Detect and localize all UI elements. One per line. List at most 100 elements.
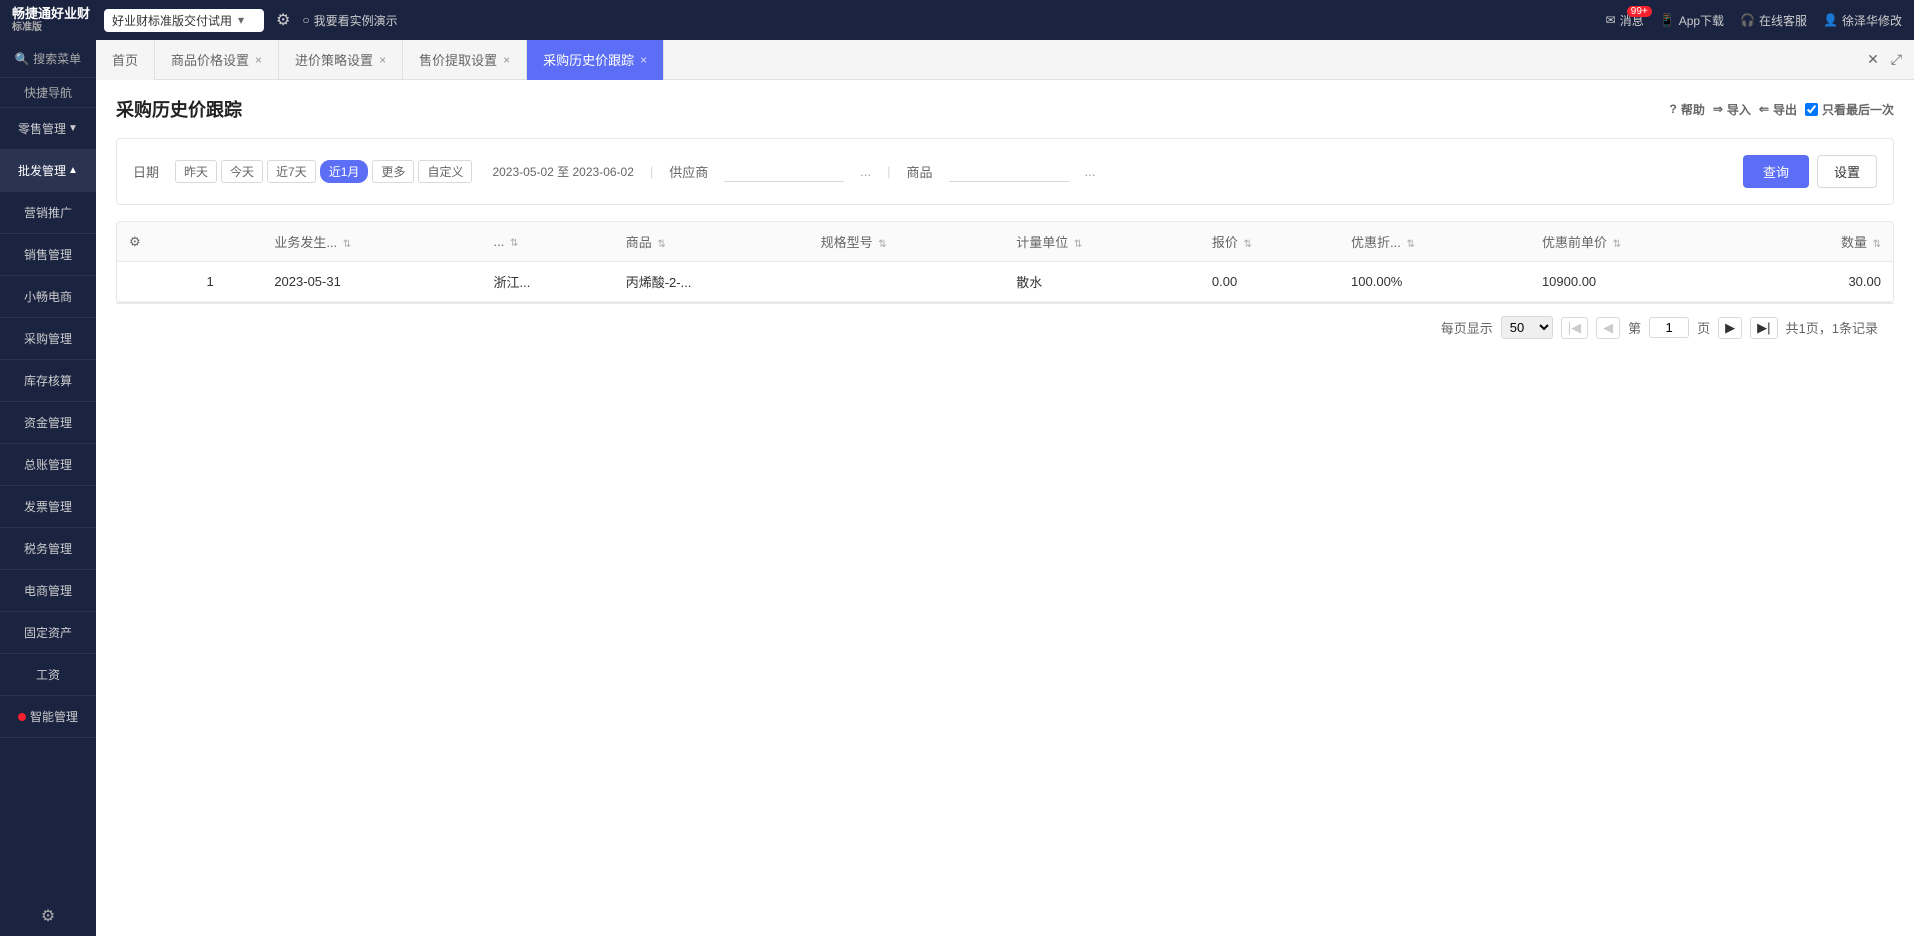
sort-icon-spec: ⇅ <box>878 239 886 250</box>
date-buttons: 昨天 今天 近7天 近1月 更多 自定义 <box>175 160 472 183</box>
sidebar-item-general-ledger[interactable]: 总账管理 <box>0 444 96 486</box>
tab-purchase-strategy[interactable]: 进价策略设置 × <box>279 40 403 80</box>
sidebar-item-ecommerce-small[interactable]: 小畅电商 <box>0 276 96 318</box>
sidebar: 🔍 搜索菜单 快捷导航 零售管理 ▼ 批发管理 ▲ 营销推广 销售管理 小畅电商… <box>0 40 96 936</box>
help-button[interactable]: ? 帮助 <box>1669 101 1704 118</box>
settings-icon[interactable]: ⚙ <box>276 10 290 30</box>
sort-icon-price-before-discount: ⇅ <box>1613 239 1621 250</box>
filter-area: 日期 昨天 今天 近7天 近1月 更多 自定义 2023-05-02 至 202… <box>116 138 1894 205</box>
sidebar-item-tax[interactable]: 税务管理 <box>0 528 96 570</box>
cell-price-before-discount: 10900.00 <box>1530 262 1754 302</box>
version-selector[interactable]: 好业财标准版交付试用 ▾ <box>104 9 264 32</box>
query-button[interactable]: 查询 <box>1743 155 1809 188</box>
column-header-seq <box>194 222 262 262</box>
date-btn-yesterday[interactable]: 昨天 <box>175 160 217 183</box>
sort-icon-biz-date: ⇅ <box>343 239 351 250</box>
column-header-gear[interactable]: ⚙ <box>117 222 194 262</box>
tab-maximize-icon[interactable]: ⤢ <box>1887 47 1906 72</box>
online-service-button[interactable]: 🎧 在线客服 <box>1740 12 1807 29</box>
supplier-input[interactable] <box>724 162 844 182</box>
table-header-row: ⚙ 业务发生... ⇅ ... ⇅ 商品 <box>117 222 1893 262</box>
date-btn-more[interactable]: 更多 <box>372 160 414 183</box>
tab-history-price[interactable]: 采购历史价跟踪 × <box>527 40 664 80</box>
column-header-spec[interactable]: 规格型号 ⇅ <box>809 222 1005 262</box>
sort-icon-quantity: ⇅ <box>1873 239 1881 250</box>
pagination-page-input[interactable] <box>1649 317 1689 338</box>
main-layout: 🔍 搜索菜单 快捷导航 零售管理 ▼ 批发管理 ▲ 营销推广 销售管理 小畅电商… <box>0 40 1914 936</box>
sidebar-item-invoice[interactable]: 发票管理 <box>0 486 96 528</box>
sidebar-item-purchase[interactable]: 采购管理 <box>0 318 96 360</box>
export-button[interactable]: ⇐ 导出 <box>1759 101 1797 118</box>
topbar-right: ✉ 消息 99+ 📱 App下载 🎧 在线客服 👤 徐泽华修改 <box>1606 12 1902 29</box>
column-header-more[interactable]: ... ⇅ <box>481 222 613 262</box>
user-button[interactable]: 👤 徐泽华修改 <box>1823 12 1902 29</box>
column-header-quantity[interactable]: 数量 ⇅ <box>1754 222 1893 262</box>
filter-separator-2: | <box>887 164 890 179</box>
sort-icon-discount: ⇅ <box>1407 239 1415 250</box>
cell-quote: 0.00 <box>1200 262 1339 302</box>
pagination-summary: 共1页，1条记录 <box>1786 318 1878 337</box>
filter-settings-button[interactable]: 设置 <box>1817 155 1877 188</box>
pagination-first-button[interactable]: |◀ <box>1561 317 1588 339</box>
cell-discount: 100.00% <box>1339 262 1530 302</box>
import-icon: ⇒ <box>1713 102 1723 116</box>
tab-end-actions: ✕ ⤢ <box>1855 47 1914 72</box>
filter-actions: 查询 设置 <box>1743 155 1877 188</box>
import-button[interactable]: ⇒ 导入 <box>1713 101 1751 118</box>
date-btn-last7[interactable]: 近7天 <box>267 160 316 183</box>
sidebar-item-capital[interactable]: 资金管理 <box>0 402 96 444</box>
messages-button[interactable]: ✉ 消息 99+ <box>1606 12 1644 29</box>
only-last-checkbox[interactable]: 只看最后一次 <box>1805 101 1894 118</box>
tab-sale-extract[interactable]: 售价提取设置 × <box>403 40 527 80</box>
page-content: 采购历史价跟踪 ? 帮助 ⇒ 导入 ⇐ 导出 <box>96 80 1914 936</box>
sidebar-search[interactable]: 🔍 搜索菜单 <box>0 40 96 78</box>
app-download-button[interactable]: 📱 App下载 <box>1660 12 1724 29</box>
sidebar-item-sales[interactable]: 销售管理 <box>0 234 96 276</box>
sidebar-item-fixed-assets[interactable]: 固定资产 <box>0 612 96 654</box>
column-header-unit[interactable]: 计量单位 ⇅ <box>1004 222 1200 262</box>
sidebar-item-retail[interactable]: 零售管理 ▼ <box>0 108 96 150</box>
sidebar-item-marketing[interactable]: 营销推广 <box>0 192 96 234</box>
tab-close-purchase-strategy[interactable]: × <box>379 53 386 67</box>
column-header-price-before-discount[interactable]: 优惠前单价 ⇅ <box>1530 222 1754 262</box>
tab-close-history-price[interactable]: × <box>640 53 647 67</box>
sidebar-gear-icon[interactable]: ⚙ <box>10 906 86 926</box>
sidebar-quick-nav[interactable]: 快捷导航 <box>0 78 96 108</box>
sidebar-item-wholesale[interactable]: 批发管理 ▲ <box>0 150 96 192</box>
tab-price[interactable]: 商品价格设置 × <box>155 40 279 80</box>
sidebar-item-smart[interactable]: 智能管理 <box>0 696 96 738</box>
table-row: 1 2023-05-31 浙江... 丙烯酸-2-... 散水 0.00 100… <box>117 262 1893 302</box>
search-icon: 🔍 <box>15 52 30 66</box>
sort-icon-product: ⇅ <box>657 239 665 250</box>
tab-close-sale-extract[interactable]: × <box>503 53 510 67</box>
pagination-prev-button[interactable]: ◀ <box>1596 317 1620 339</box>
per-page-select[interactable]: 50 20 100 200 <box>1501 316 1553 339</box>
demo-button[interactable]: ○ 我要看实例演示 <box>302 12 397 29</box>
pagination-last-button[interactable]: ▶| <box>1750 317 1777 339</box>
supplier-more-dots[interactable]: ... <box>860 164 871 179</box>
data-table-container: ⚙ 业务发生... ⇅ ... ⇅ 商品 <box>116 221 1894 303</box>
app-logo: 畅捷通好业财 标准版 <box>12 6 92 34</box>
only-last-input[interactable] <box>1805 103 1818 116</box>
sort-icon-quote: ⇅ <box>1244 239 1252 250</box>
export-icon: ⇐ <box>1759 102 1769 116</box>
message-icon: ✉ <box>1606 13 1616 27</box>
date-btn-last1month[interactable]: 近1月 <box>320 160 369 183</box>
column-header-discount[interactable]: 优惠折... ⇅ <box>1339 222 1530 262</box>
tab-bar: 首页 商品价格设置 × 进价策略设置 × 售价提取设置 × 采购历史价跟踪 × … <box>96 40 1914 80</box>
tab-home[interactable]: 首页 <box>96 40 155 80</box>
sidebar-item-inventory[interactable]: 库存核算 <box>0 360 96 402</box>
pagination-next-button[interactable]: ▶ <box>1718 317 1742 339</box>
date-btn-custom[interactable]: 自定义 <box>418 160 472 183</box>
tab-close-price[interactable]: × <box>255 53 262 67</box>
column-header-biz-date[interactable]: 业务发生... ⇅ <box>262 222 481 262</box>
product-more-dots[interactable]: ... <box>1085 164 1096 179</box>
column-header-product[interactable]: 商品 ⇅ <box>614 222 809 262</box>
sidebar-item-salary[interactable]: 工资 <box>0 654 96 696</box>
product-input[interactable] <box>949 162 1069 182</box>
sidebar-item-ecommerce[interactable]: 电商管理 <box>0 570 96 612</box>
product-filter-label: 商品 <box>907 162 933 181</box>
column-header-quote[interactable]: 报价 ⇅ <box>1200 222 1339 262</box>
date-btn-today[interactable]: 今天 <box>221 160 263 183</box>
tab-close-all-icon[interactable]: ✕ <box>1863 47 1883 72</box>
